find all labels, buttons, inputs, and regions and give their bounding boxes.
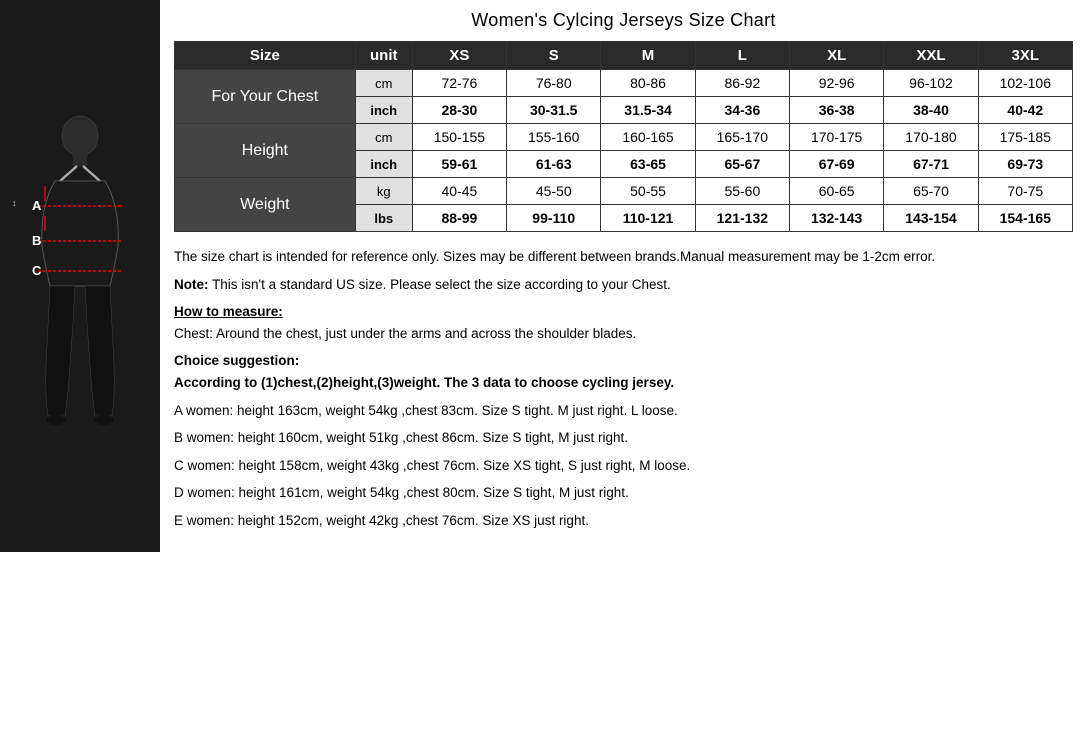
data-cell: 150-155 [412, 124, 506, 151]
note-label: Note: [174, 277, 209, 292]
data-cell: 28-30 [412, 97, 506, 124]
col-l: L [695, 42, 789, 70]
unit-cell: inch [355, 151, 412, 178]
example-0: A women: height 163cm, weight 54kg ,ches… [174, 400, 1073, 422]
data-cell: 67-71 [884, 151, 978, 178]
data-cell: 132-143 [790, 205, 884, 232]
data-cell: 110-121 [601, 205, 695, 232]
choice-label: Choice suggestion: [174, 353, 299, 368]
data-cell: 175-185 [978, 124, 1072, 151]
example-2: C women: height 158cm, weight 43kg ,ches… [174, 455, 1073, 477]
col-xs: XS [412, 42, 506, 70]
data-cell: 96-102 [884, 70, 978, 97]
data-cell: 67-69 [790, 151, 884, 178]
data-cell: 170-180 [884, 124, 978, 151]
example-1: B women: height 160cm, weight 51kg ,ches… [174, 427, 1073, 449]
row-header-2: Weight [175, 178, 356, 232]
examples-container: A women: height 163cm, weight 54kg ,ches… [174, 400, 1073, 532]
image-panel: A B C ↕ [0, 0, 160, 552]
col-xxl: XXL [884, 42, 978, 70]
data-cell: 60-65 [790, 178, 884, 205]
row-header-0: For Your Chest [175, 70, 356, 124]
data-cell: 63-65 [601, 151, 695, 178]
data-cell: 31.5-34 [601, 97, 695, 124]
data-cell: 165-170 [695, 124, 789, 151]
col-unit: unit [355, 42, 412, 70]
data-cell: 70-75 [978, 178, 1072, 205]
unit-cell: inch [355, 97, 412, 124]
unit-cell: cm [355, 70, 412, 97]
data-cell: 92-96 [790, 70, 884, 97]
how-label: How to measure: [174, 304, 283, 319]
example-4: E women: height 152cm, weight 42kg ,ches… [174, 510, 1073, 532]
data-cell: 121-132 [695, 205, 789, 232]
svg-text:B: B [32, 233, 41, 248]
data-cell: 59-61 [412, 151, 506, 178]
data-cell: 80-86 [601, 70, 695, 97]
svg-text:↕: ↕ [12, 198, 17, 208]
data-cell: 61-63 [507, 151, 601, 178]
col-m: M [601, 42, 695, 70]
data-cell: 55-60 [695, 178, 789, 205]
data-cell: 40-42 [978, 97, 1072, 124]
svg-text:C: C [32, 263, 42, 278]
data-cell: 86-92 [695, 70, 789, 97]
data-cell: 155-160 [507, 124, 601, 151]
data-cell: 65-67 [695, 151, 789, 178]
page-wrapper: A B C ↕ Women's Cylcing Jerseys Size Cha… [0, 0, 1087, 552]
data-cell: 154-165 [978, 205, 1072, 232]
content-panel: Women's Cylcing Jerseys Size Chart Size … [160, 0, 1087, 552]
row-header-1: Height [175, 124, 356, 178]
notes-section: The size chart is intended for reference… [174, 246, 1073, 532]
data-cell: 99-110 [507, 205, 601, 232]
unit-cell: lbs [355, 205, 412, 232]
figure-illustration: A B C ↕ [10, 106, 150, 446]
data-cell: 65-70 [884, 178, 978, 205]
data-cell: 160-165 [601, 124, 695, 151]
how-paragraph: How to measure: Chest: Around the chest,… [174, 301, 1073, 344]
size-chart-table: Size unit XS S M L XL XXL 3XL For Your C… [174, 41, 1073, 232]
choice-main: According to (1)chest,(2)height,(3)weigh… [174, 375, 674, 390]
chart-title: Women's Cylcing Jerseys Size Chart [174, 10, 1073, 31]
table-row: For Your Chestcm72-7676-8080-8686-9292-9… [175, 70, 1073, 97]
choice-paragraph: Choice suggestion: According to (1)chest… [174, 350, 1073, 393]
col-s: S [507, 42, 601, 70]
disclaimer-text: The size chart is intended for reference… [174, 246, 1073, 268]
how-text: Chest: Around the chest, just under the … [174, 326, 636, 341]
data-cell: 170-175 [790, 124, 884, 151]
data-cell: 69-73 [978, 151, 1072, 178]
data-cell: 45-50 [507, 178, 601, 205]
data-cell: 30-31.5 [507, 97, 601, 124]
data-cell: 34-36 [695, 97, 789, 124]
col-xl: XL [790, 42, 884, 70]
data-cell: 40-45 [412, 178, 506, 205]
data-cell: 76-80 [507, 70, 601, 97]
data-cell: 102-106 [978, 70, 1072, 97]
data-cell: 143-154 [884, 205, 978, 232]
col-3xl: 3XL [978, 42, 1072, 70]
data-cell: 72-76 [412, 70, 506, 97]
table-row: Weightkg40-4545-5050-5555-6060-6565-7070… [175, 178, 1073, 205]
svg-text:A: A [32, 198, 42, 213]
data-cell: 88-99 [412, 205, 506, 232]
note-paragraph: Note: This isn't a standard US size. Ple… [174, 274, 1073, 296]
example-3: D women: height 161cm, weight 54kg ,ches… [174, 482, 1073, 504]
col-size: Size [175, 42, 356, 70]
table-row: Heightcm150-155155-160160-165165-170170-… [175, 124, 1073, 151]
data-cell: 38-40 [884, 97, 978, 124]
data-cell: 36-38 [790, 97, 884, 124]
unit-cell: kg [355, 178, 412, 205]
note-text: This isn't a standard US size. Please se… [209, 277, 671, 292]
data-cell: 50-55 [601, 178, 695, 205]
table-header-row: Size unit XS S M L XL XXL 3XL [175, 42, 1073, 70]
unit-cell: cm [355, 124, 412, 151]
